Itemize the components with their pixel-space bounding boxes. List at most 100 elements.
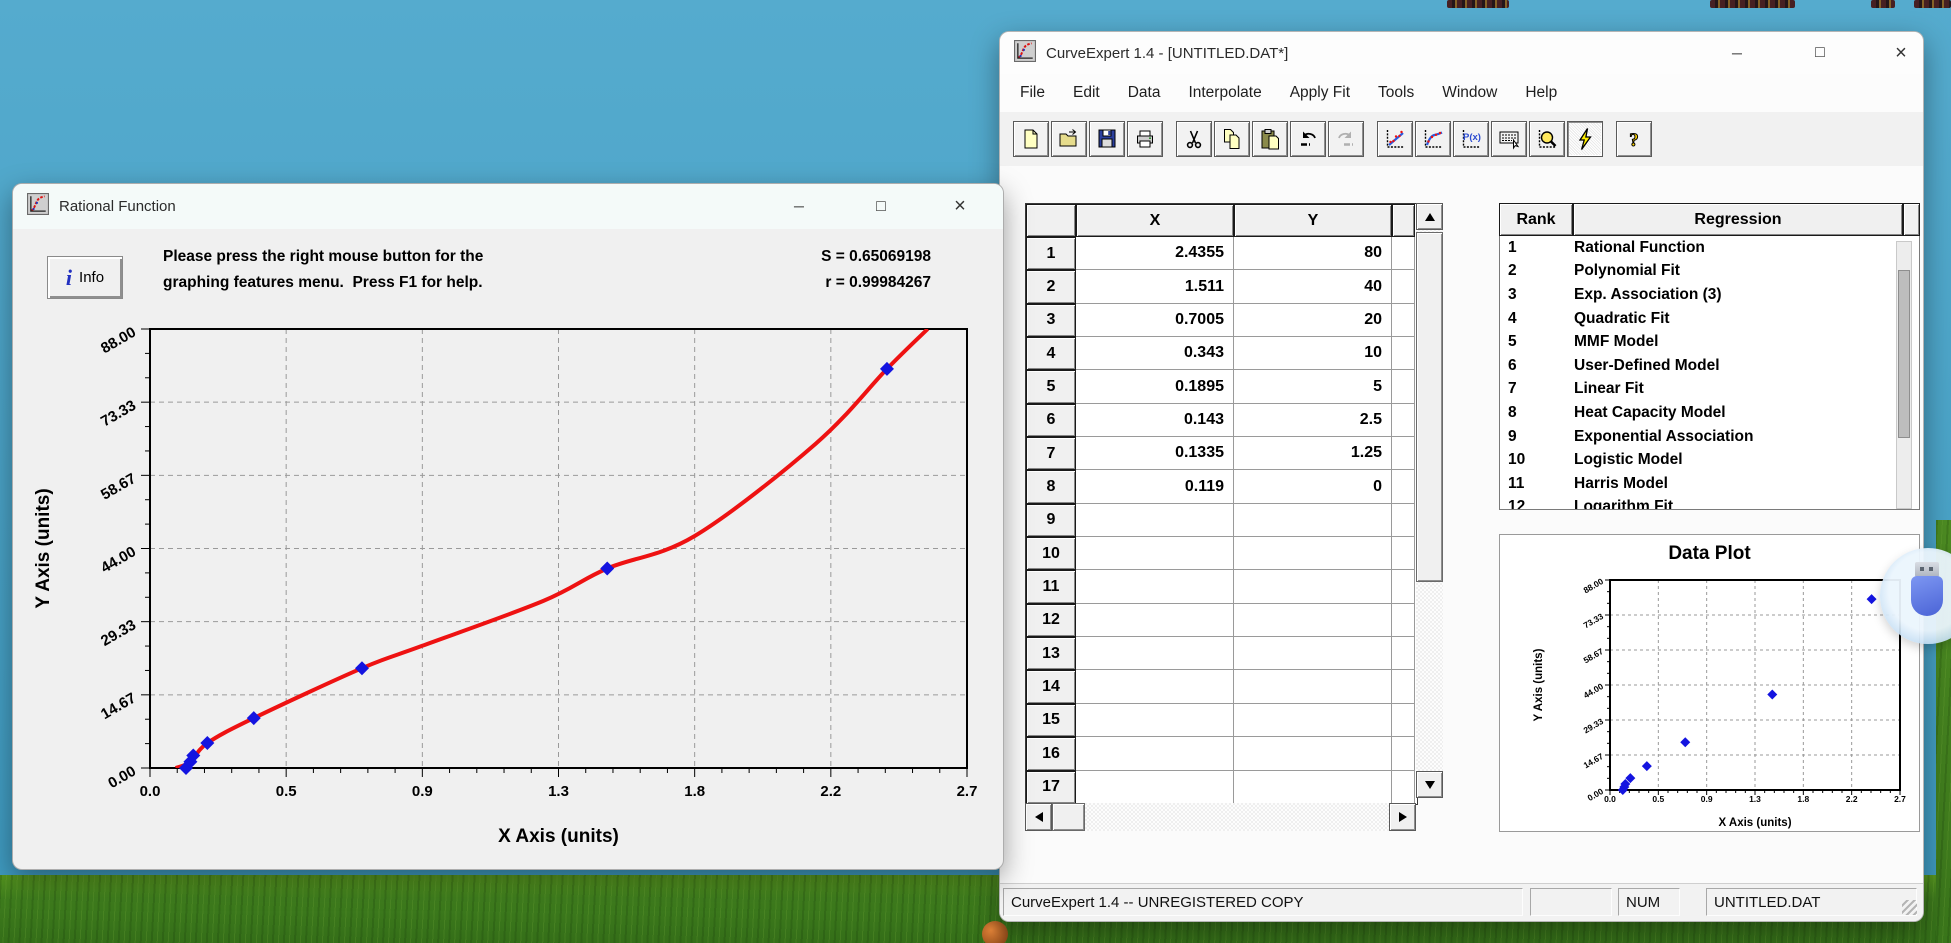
grid-cell[interactable]	[1234, 737, 1392, 771]
row-header[interactable]: 7	[1026, 437, 1076, 471]
grid-cell[interactable]	[1392, 370, 1415, 404]
regression-header[interactable]: Regression	[1573, 203, 1903, 236]
row-header[interactable]: 2	[1026, 270, 1076, 304]
grid-cell[interactable]: 0.343	[1076, 337, 1234, 371]
grid-cell[interactable]	[1392, 603, 1415, 638]
grid-cell[interactable]: 80	[1234, 237, 1392, 271]
curvefinder-button[interactable]	[1567, 121, 1603, 157]
grid-cell[interactable]: 40	[1234, 270, 1392, 304]
grid-cell[interactable]	[1234, 537, 1392, 571]
hscroll-thumb[interactable]	[1052, 803, 1085, 831]
grid-cell[interactable]	[1234, 770, 1392, 804]
grid-corner[interactable]	[1026, 204, 1076, 237]
close-button[interactable]: ×	[937, 184, 983, 229]
menu-edit[interactable]: Edit	[1059, 74, 1114, 112]
grid-cell[interactable]	[1076, 537, 1234, 571]
close-button[interactable]: ×	[1878, 32, 1923, 74]
save-file-button[interactable]	[1089, 121, 1125, 157]
scroll-right-icon[interactable]	[1389, 803, 1416, 831]
menu-window[interactable]: Window	[1428, 74, 1511, 112]
row-header[interactable]: 4	[1026, 337, 1076, 371]
grid-cell[interactable]: 2.5	[1234, 403, 1392, 438]
grid-cell[interactable]	[1392, 770, 1415, 804]
row-header[interactable]: 13	[1026, 637, 1076, 671]
grid-cell[interactable]	[1392, 537, 1415, 571]
fit-plot-chart[interactable]: 0.0 0.5 0.9 1.3 1.8 2.2 2.7 0.00 14.67 29.33 44.00…	[13, 304, 1003, 867]
desktop-icon-partial[interactable]	[982, 921, 1008, 943]
grid-cell[interactable]	[1392, 570, 1415, 604]
grid-cell[interactable]	[1076, 637, 1234, 671]
grid-cell[interactable]: 0.119	[1076, 470, 1234, 504]
grid-cell[interactable]	[1234, 570, 1392, 604]
minimize-button[interactable]: ─	[776, 184, 822, 229]
minimize-button[interactable]: ─	[1714, 32, 1760, 74]
row-header[interactable]: 10	[1026, 537, 1076, 571]
data-grid[interactable]: X Y 1 2.4355 80 2 1.511 40 3 0.7005 20 4 0.343 10 5 0.1…	[1025, 203, 1418, 805]
grid-cell[interactable]: 20	[1234, 303, 1392, 338]
scroll-up-icon[interactable]	[1416, 203, 1443, 230]
curve-fit-button[interactable]	[1415, 121, 1451, 157]
copy-button[interactable]	[1214, 121, 1250, 157]
row-header[interactable]: 8	[1026, 470, 1076, 504]
grid-cell[interactable]: 2.4355	[1076, 237, 1234, 271]
grid-cell[interactable]	[1076, 670, 1234, 704]
regression-item[interactable]: 6 User-Defined Model	[1500, 354, 1919, 378]
row-header[interactable]: 5	[1026, 370, 1076, 404]
grid-cell[interactable]: 1.511	[1076, 270, 1234, 304]
regression-item[interactable]: 1 Rational Function	[1500, 236, 1919, 260]
regression-item[interactable]: 3 Exp. Association (3)	[1500, 283, 1919, 307]
maximize-button[interactable]: □	[1797, 32, 1843, 74]
grid-cell[interactable]	[1234, 603, 1392, 638]
rank-header[interactable]: Rank	[1499, 203, 1573, 236]
interpolate-button[interactable]	[1491, 121, 1527, 157]
vscroll-thumb[interactable]	[1416, 232, 1443, 582]
grid-cell[interactable]	[1392, 237, 1415, 271]
scroll-down-icon[interactable]	[1416, 771, 1443, 798]
menu-apply-fit[interactable]: Apply Fit	[1276, 74, 1364, 112]
grid-cell[interactable]	[1234, 670, 1392, 704]
row-header[interactable]: 1	[1026, 237, 1076, 271]
help-button[interactable]: ?	[1616, 121, 1652, 157]
grid-cell[interactable]	[1392, 470, 1415, 504]
grid-cell[interactable]: 0	[1234, 470, 1392, 504]
grid-cell[interactable]	[1392, 670, 1415, 704]
menu-interpolate[interactable]: Interpolate	[1174, 74, 1275, 112]
row-header[interactable]: 9	[1026, 503, 1076, 538]
info-button[interactable]: i Info	[47, 256, 123, 299]
grid-cell[interactable]	[1076, 503, 1234, 538]
scroll-left-icon[interactable]	[1025, 803, 1052, 831]
grid-cell[interactable]: 10	[1234, 337, 1392, 371]
grid-cell[interactable]	[1076, 703, 1234, 738]
grid-cell[interactable]: 0.7005	[1076, 303, 1234, 338]
menu-help[interactable]: Help	[1511, 74, 1571, 112]
column-header-x[interactable]: X	[1076, 204, 1234, 237]
row-header[interactable]: 16	[1026, 737, 1076, 771]
plot-title-bar[interactable]: Rational Function ─ □ ×	[13, 184, 1003, 229]
regression-item[interactable]: 12 Logarithm Fit	[1500, 496, 1919, 509]
grid-cell[interactable]	[1076, 570, 1234, 604]
grid-cell[interactable]	[1076, 770, 1234, 804]
regression-item[interactable]: 4 Quadratic Fit	[1500, 307, 1919, 331]
polynomial-fit-button[interactable]: P(x)	[1453, 121, 1489, 157]
undo-button[interactable]	[1290, 121, 1326, 157]
grid-cell[interactable]: 0.1895	[1076, 370, 1234, 404]
row-header[interactable]: 11	[1026, 570, 1076, 604]
regression-item[interactable]: 8 Heat Capacity Model	[1500, 401, 1919, 425]
grid-cell[interactable]	[1234, 637, 1392, 671]
regression-item[interactable]: 10 Logistic Model	[1500, 448, 1919, 472]
row-header[interactable]: 17	[1026, 770, 1076, 804]
maximize-button[interactable]: □	[858, 184, 904, 229]
grid-cell[interactable]	[1234, 703, 1392, 738]
grid-cell[interactable]: 0.1335	[1076, 437, 1234, 471]
grid-cell[interactable]	[1392, 437, 1415, 471]
row-header[interactable]: 3	[1026, 303, 1076, 338]
menu-tools[interactable]: Tools	[1364, 74, 1428, 112]
grid-cell[interactable]	[1392, 737, 1415, 771]
grid-cell[interactable]: 0.143	[1076, 403, 1234, 438]
grid-cell[interactable]	[1392, 403, 1415, 438]
paste-button[interactable]	[1252, 121, 1288, 157]
grid-cell[interactable]	[1392, 703, 1415, 738]
regression-item[interactable]: 2 Polynomial Fit	[1500, 260, 1919, 284]
grid-cell[interactable]	[1234, 503, 1392, 538]
new-file-button[interactable]	[1013, 121, 1049, 157]
